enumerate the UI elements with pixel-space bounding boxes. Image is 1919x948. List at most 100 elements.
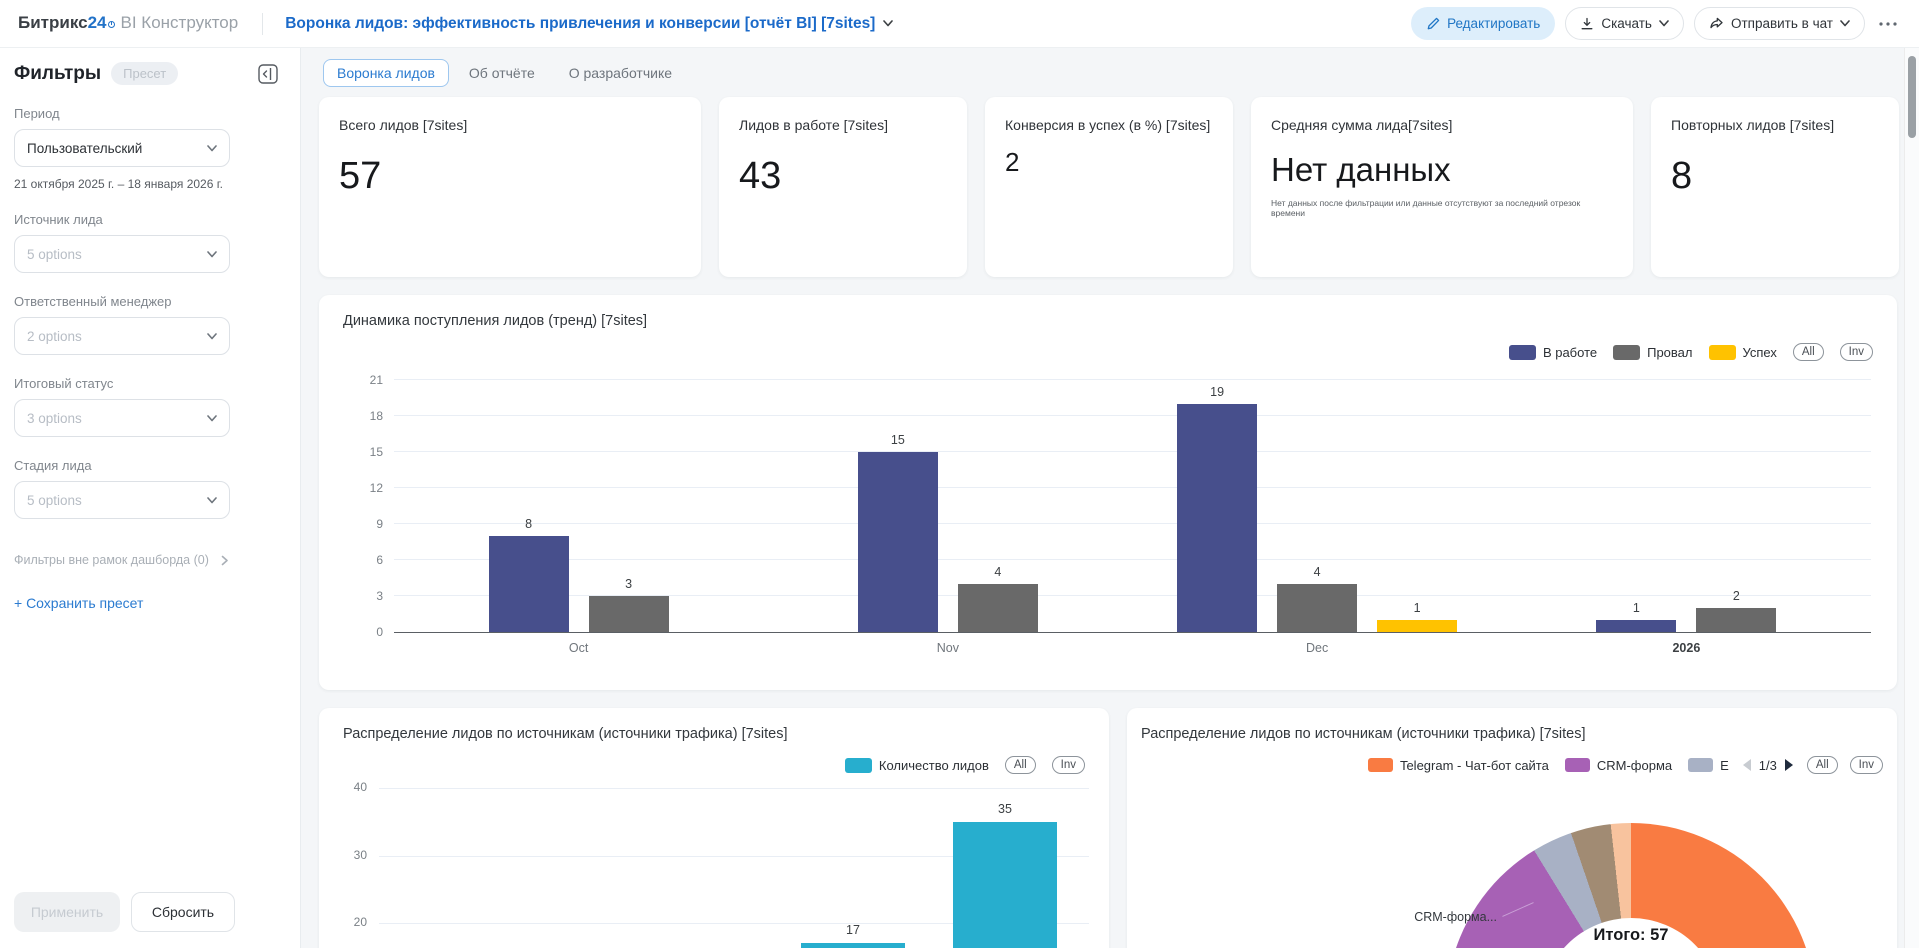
pager-prev-icon[interactable]: [1742, 759, 1751, 771]
all-filter-pill[interactable]: All: [1806, 756, 1838, 774]
legend-item[interactable]: Количество лидов: [844, 757, 989, 773]
legend-item[interactable]: Успех: [1708, 344, 1777, 360]
legend-swatch-icon: [1708, 344, 1736, 360]
dashboard-main: Воронка лидов Об отчёте О разработчике В…: [300, 48, 1919, 948]
inv-filter-pill[interactable]: Inv: [1849, 756, 1883, 774]
chevron-down-icon: [1659, 20, 1669, 27]
ellipsis-icon: [1879, 21, 1897, 26]
inv-filter-pill[interactable]: Inv: [1839, 343, 1873, 361]
y-tick-label: 18: [369, 409, 383, 423]
bar-value-label: 1: [1632, 601, 1640, 615]
legend-item[interactable]: Провал: [1613, 344, 1693, 360]
period-select[interactable]: Пользовательский: [14, 129, 230, 167]
bar: [1377, 620, 1458, 632]
legend-label: Е: [1720, 757, 1729, 773]
bar-value-label: 2: [1732, 589, 1740, 603]
more-menu-button[interactable]: [1875, 7, 1901, 40]
sidebar-footer: Применить Сбросить: [14, 892, 235, 932]
lead-source-select[interactable]: 5 options: [14, 235, 230, 273]
trend-legend: В работе Провал Успех All Inv: [1508, 343, 1873, 361]
filter-label: Стадия лида: [14, 458, 92, 473]
kpi-cards-row: Всего лидов [7sites] 57 Лидов в работе […: [319, 97, 1919, 277]
vertical-scrollbar[interactable]: [1904, 48, 1919, 948]
bar: [488, 536, 569, 632]
legend-label: Успех: [1742, 344, 1777, 360]
filter-label: Итоговый статус: [14, 376, 114, 391]
tab-lead-funnel[interactable]: Воронка лидов: [323, 59, 449, 87]
trend-legend-items: В работе Провал Успех: [1508, 344, 1777, 360]
sources-pie-chart-title: Распределение лидов по источникам (источ…: [1141, 726, 1586, 742]
bar: [957, 584, 1038, 632]
kpi-value: 8: [1671, 155, 1693, 198]
kpi-card-conversion: Конверсия в успех (в %) [7sites] 2: [985, 97, 1233, 277]
bar: [1277, 584, 1358, 632]
sources-bar-legend-items: Количество лидов: [844, 757, 989, 773]
filters-header: Фильтры Пресет: [14, 62, 286, 85]
logo-suffix: BI Конструктор: [120, 12, 239, 32]
lead-stage-select[interactable]: 5 options: [14, 481, 230, 519]
y-tick-label: 6: [376, 553, 383, 567]
header-actions: Редактировать Скачать Отправить в чат: [1411, 7, 1901, 40]
all-filter-pill[interactable]: All: [1792, 343, 1824, 361]
pager-counter: 1/3: [1758, 757, 1777, 773]
bar: [953, 821, 1057, 948]
x-category-label: 2026: [1672, 641, 1701, 655]
bar: [1696, 608, 1777, 632]
chevron-down-icon: [883, 20, 894, 27]
outside-dashboard-filters-link[interactable]: Фильтры вне рамок дашборда (0): [14, 553, 230, 567]
download-button[interactable]: Скачать: [1565, 7, 1684, 40]
legend-label: CRM-форма: [1596, 757, 1673, 773]
filter-label: Период: [14, 106, 60, 121]
donut-total-label: Итого: 57: [1593, 926, 1669, 944]
sources-pie-legend: Telegram - Чат-бот сайта CRM-форма Е 1/3 A…: [1367, 756, 1883, 774]
final-status-select[interactable]: 3 options: [14, 399, 230, 437]
kpi-title: Всего лидов [7sites]: [339, 117, 468, 133]
sources-pie-chart-panel: Распределение лидов по источникам (источ…: [1127, 708, 1897, 948]
legend-swatch-icon: [844, 757, 872, 773]
grid-line: [394, 559, 1871, 560]
kpi-card-repeat-leads: Повторных лидов [7sites] 8: [1651, 97, 1899, 277]
legend-item[interactable]: В работе: [1508, 344, 1597, 360]
legend-swatch-icon: [1688, 758, 1714, 772]
chevron-right-icon: [221, 555, 228, 565]
bottom-charts-row: Распределение лидов по источникам (источ…: [319, 708, 1919, 948]
report-title: Воронка лидов: эффективность привлечения…: [285, 14, 876, 32]
save-preset-link[interactable]: + Сохранить пресет: [14, 595, 143, 611]
tab-about-developer[interactable]: О разработчике: [555, 59, 686, 87]
download-icon: [1581, 17, 1593, 29]
grid-line: [394, 451, 1871, 452]
grid-line: [394, 523, 1871, 524]
report-title-dropdown[interactable]: Воронка лидов: эффективность привлечения…: [285, 14, 894, 33]
kpi-title: Средняя сумма лида[7sites]: [1271, 117, 1453, 133]
apply-button[interactable]: Применить: [14, 892, 120, 932]
chevron-down-icon: [207, 144, 217, 151]
reset-button[interactable]: Сбросить: [131, 892, 235, 932]
kpi-no-data-note: Нет данных после фильтрации или данные о…: [1271, 198, 1581, 219]
filter-group-final-status: Итоговый статус 3 options: [14, 376, 286, 437]
legend-item[interactable]: Telegram - Чат-бот сайта: [1367, 757, 1549, 773]
grid-line: [394, 379, 1871, 380]
edit-button[interactable]: Редактировать: [1411, 7, 1556, 40]
kpi-card-leads-in-progress: Лидов в работе [7sites] 43: [719, 97, 967, 277]
kpi-card-total-leads: Всего лидов [7sites] 57: [319, 97, 701, 277]
scrollbar-thumb[interactable]: [1908, 56, 1916, 138]
kpi-value: 2: [1005, 147, 1020, 178]
send-to-chat-button[interactable]: Отправить в чат: [1693, 7, 1865, 40]
filter-label: Ответственный менеджер: [14, 294, 172, 309]
legend-item[interactable]: CRM-форма: [1564, 757, 1673, 773]
manager-select[interactable]: 2 options: [14, 317, 230, 355]
sources-pie-legend-items: Telegram - Чат-бот сайта CRM-форма Е: [1367, 757, 1729, 773]
trend-chart-panel: Динамика поступления лидов (тренд) [7sit…: [319, 295, 1897, 690]
legend-label: Telegram - Чат-бот сайта: [1399, 757, 1549, 773]
bar: [1596, 620, 1677, 632]
collapse-sidebar-button[interactable]: [258, 63, 278, 84]
bar: [857, 452, 938, 632]
pager-next-icon[interactable]: [1784, 759, 1793, 771]
legend-item[interactable]: Е: [1688, 758, 1729, 773]
all-filter-pill[interactable]: All: [1004, 756, 1036, 774]
inv-filter-pill[interactable]: Inv: [1051, 756, 1085, 774]
sources-bar-legend: Количество лидов All Inv: [844, 756, 1085, 774]
trend-plot: 8 3 15 4 19 4 1 1 2: [394, 379, 1871, 633]
donut-slice-callout: CRM-форма...: [1414, 910, 1497, 924]
tab-about-report[interactable]: Об отчёте: [455, 59, 549, 87]
